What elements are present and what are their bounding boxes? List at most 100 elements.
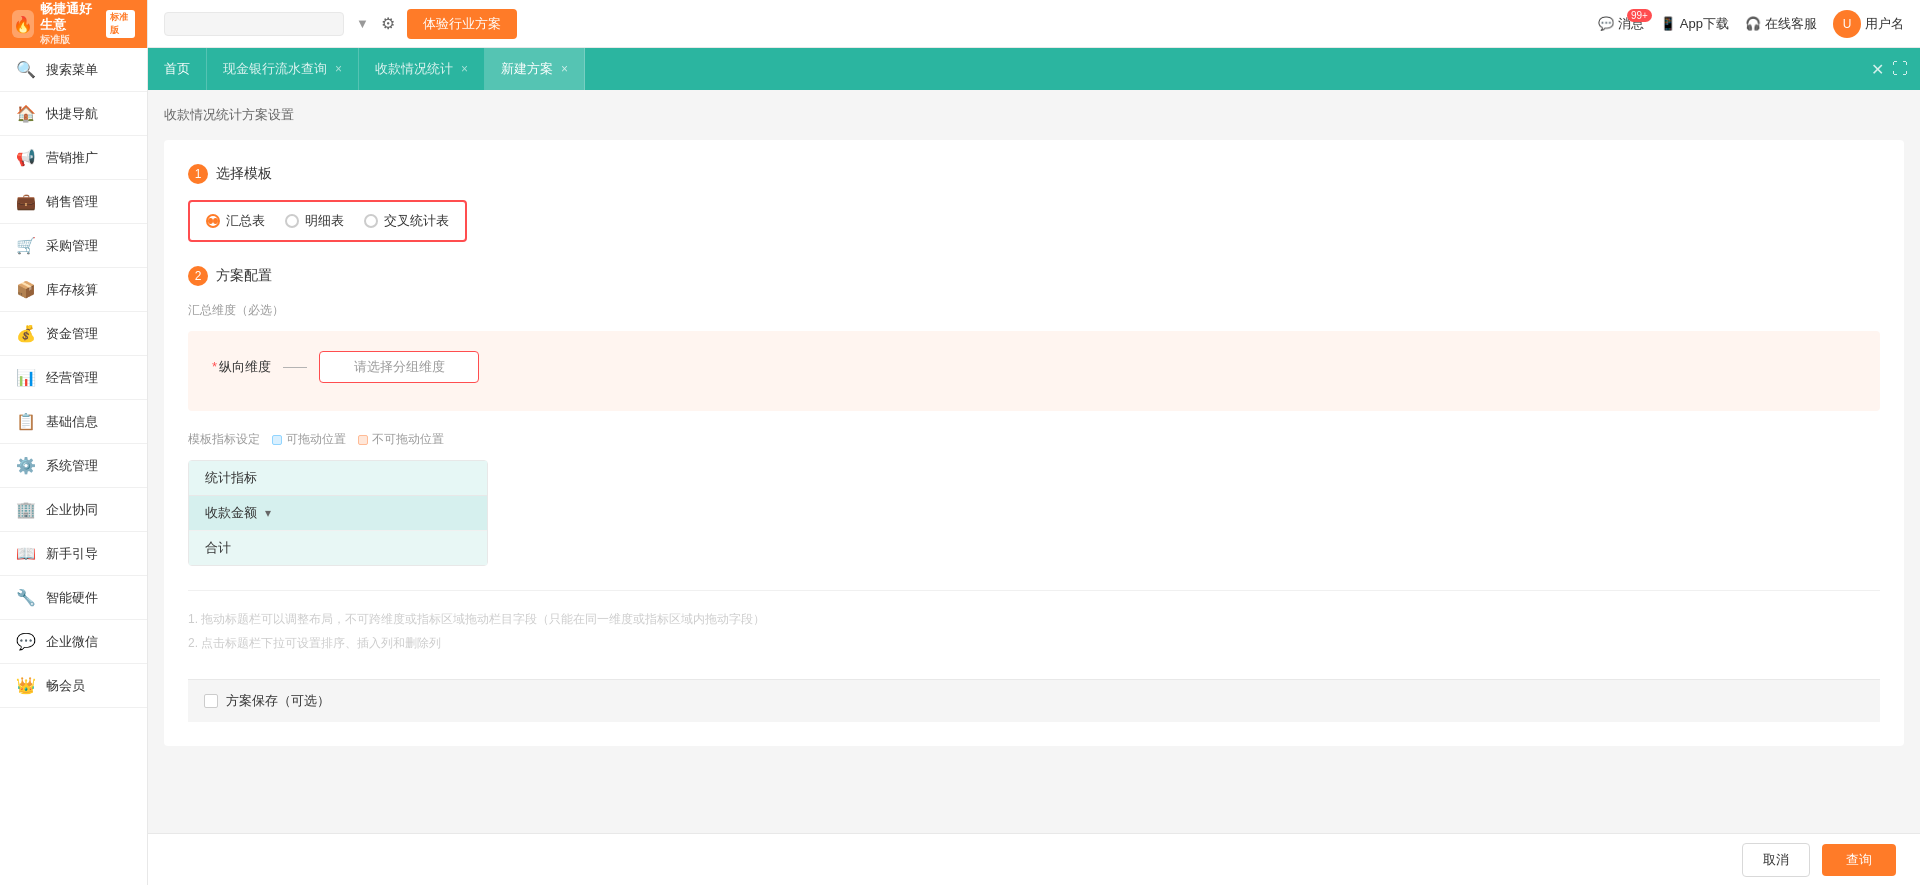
finance-icon: 💰 <box>16 324 36 343</box>
metrics-section: 模板指标设定 可拖动位置 不可拖动位置 统计指标 <box>188 431 1880 566</box>
dimension-required-mark: *纵向维度 <box>212 358 271 376</box>
sidebar-item-wechat[interactable]: 💬 企业微信 <box>0 620 147 664</box>
sidebar-item-enterprise[interactable]: 🏢 企业协同 <box>0 488 147 532</box>
step1-header: 1 选择模板 <box>188 164 1880 184</box>
inventory-icon: 📦 <box>16 280 36 299</box>
sidebar-item-label: 营销推广 <box>46 149 98 167</box>
tab-new-plan[interactable]: 新建方案 × <box>485 48 585 90</box>
user-avatar: U <box>1833 10 1861 38</box>
close-window-button[interactable]: ✕ <box>1871 60 1884 79</box>
enterprise-icon: 🏢 <box>16 500 36 519</box>
radio-cross[interactable]: 交叉统计表 <box>364 212 449 230</box>
sidebar-item-label: 搜索菜单 <box>46 61 98 79</box>
guide-icon: 📖 <box>16 544 36 563</box>
drag-dot-orange <box>358 435 368 445</box>
footer-bar: 取消 查询 <box>148 833 1920 885</box>
tab-new-plan-label: 新建方案 <box>501 60 553 78</box>
system-icon: ⚙️ <box>16 456 36 475</box>
tab-home[interactable]: 首页 <box>148 48 207 90</box>
tab-bar-actions: ✕ ⛶ <box>1859 48 1920 90</box>
tab-cash-flow-label: 现金银行流水查询 <box>223 60 327 78</box>
tab-collection-label: 收款情况统计 <box>375 60 453 78</box>
sidebar-item-label: 畅会员 <box>46 677 85 695</box>
sidebar-item-label: 采购管理 <box>46 237 98 255</box>
sidebar-logo: 🔥 畅捷通好生意 标准版 标准版 <box>0 0 147 48</box>
sidebar-item-label: 销售管理 <box>46 193 98 211</box>
query-button[interactable]: 查询 <box>1822 844 1896 876</box>
dropdown-icon[interactable]: ▾ <box>265 506 271 520</box>
sidebar-item-nav[interactable]: 🏠 快捷导航 <box>0 92 147 136</box>
sidebar-item-hardware[interactable]: 🔧 智能硬件 <box>0 576 147 620</box>
tab-collection-stats[interactable]: 收款情况统计 × <box>359 48 485 90</box>
radio-detail[interactable]: 明细表 <box>285 212 344 230</box>
save-section: 方案保存（可选） <box>188 679 1880 722</box>
drag-hint1: 可拖动位置 <box>272 431 346 448</box>
tab-close-icon[interactable]: × <box>561 62 568 76</box>
sidebar-item-label: 新手引导 <box>46 545 98 563</box>
app-edition: 标准版 <box>40 33 100 47</box>
radio-summary[interactable]: 汇总表 <box>206 212 265 230</box>
sidebar-item-label: 资金管理 <box>46 325 98 343</box>
tip1-text: 1. 拖动标题栏可以调整布局，不可跨维度或指标区域拖动栏目字段（只能在同一维度或… <box>188 607 1880 631</box>
sidebar-item-finance[interactable]: 💰 资金管理 <box>0 312 147 356</box>
sidebar-item-management[interactable]: 📊 经营管理 <box>0 356 147 400</box>
top-header: ▼ ⚙ 体验行业方案 💬 消息 99+ 📱 App下载 🎧 在线客服 U 用户名 <box>148 0 1920 48</box>
main-card: 1 选择模板 汇总表 明细表 <box>164 140 1904 746</box>
sidebar-item-purchase[interactable]: 🛒 采购管理 <box>0 224 147 268</box>
step1-section: 1 选择模板 汇总表 明细表 <box>188 164 1880 242</box>
notification-area[interactable]: 💬 消息 99+ <box>1598 15 1644 33</box>
step2-header: 2 方案配置 <box>188 266 1880 286</box>
sidebar-item-search[interactable]: 🔍 搜索菜单 <box>0 48 147 92</box>
radio-circle-detail <box>285 214 299 228</box>
cancel-button[interactable]: 取消 <box>1742 843 1810 877</box>
sidebar-item-label: 企业协同 <box>46 501 98 519</box>
maximize-button[interactable]: ⛶ <box>1892 60 1908 78</box>
chevron-down-icon[interactable]: ▼ <box>356 16 369 31</box>
step2-num: 2 <box>188 266 208 286</box>
user-info[interactable]: U 用户名 <box>1833 10 1904 38</box>
home-icon: 🏠 <box>16 104 36 123</box>
service-label: 在线客服 <box>1765 15 1817 33</box>
template-select-box: 汇总表 明细表 交叉统计表 <box>188 200 467 242</box>
sidebar-item-label: 基础信息 <box>46 413 98 431</box>
service-icon: 🎧 <box>1745 16 1761 31</box>
tab-close-icon[interactable]: × <box>461 62 468 76</box>
sidebar-item-label: 库存核算 <box>46 281 98 299</box>
app-name: 畅捷通好生意 <box>40 1 100 32</box>
tab-cash-flow[interactable]: 现金银行流水查询 × <box>207 48 359 90</box>
dimension-row: *纵向维度 —— 请选择分组维度 <box>212 351 1856 383</box>
notification-count: 99+ <box>1627 9 1652 22</box>
metrics-section-title: 模板指标设定 <box>188 431 260 448</box>
sidebar-item-label: 快捷导航 <box>46 105 98 123</box>
tab-close-icon[interactable]: × <box>335 62 342 76</box>
search-input[interactable] <box>164 12 344 36</box>
radio-summary-label: 汇总表 <box>226 212 265 230</box>
service-area[interactable]: 🎧 在线客服 <box>1745 15 1817 33</box>
sidebar-item-system[interactable]: ⚙️ 系统管理 <box>0 444 147 488</box>
dimension-select-button[interactable]: 请选择分组维度 <box>319 351 479 383</box>
sidebar-item-sales[interactable]: 💼 销售管理 <box>0 180 147 224</box>
sidebar-item-inventory[interactable]: 📦 库存核算 <box>0 268 147 312</box>
metrics-row-0[interactable]: 收款金额 ▾ <box>189 496 487 531</box>
basic-icon: 📋 <box>16 412 36 431</box>
metrics-row-1: 合计 <box>189 531 487 565</box>
hardware-icon: 🔧 <box>16 588 36 607</box>
logo-icon: 🔥 <box>12 10 34 38</box>
sidebar-item-basic[interactable]: 📋 基础信息 <box>0 400 147 444</box>
download-label: App下载 <box>1680 15 1729 33</box>
sidebar-item-guide[interactable]: 📖 新手引导 <box>0 532 147 576</box>
trial-button[interactable]: 体验行业方案 <box>407 9 517 39</box>
sidebar-item-marketing[interactable]: 📢 营销推广 <box>0 136 147 180</box>
drag-dot-blue <box>272 435 282 445</box>
download-area[interactable]: 📱 App下载 <box>1660 15 1729 33</box>
radio-cross-label: 交叉统计表 <box>384 212 449 230</box>
tab-bar: 首页 现金银行流水查询 × 收款情况统计 × 新建方案 × ✕ ⛶ <box>148 48 1920 90</box>
settings-icon[interactable]: ⚙ <box>381 14 395 33</box>
sidebar: 🔥 畅捷通好生意 标准版 标准版 🔍 搜索菜单 🏠 快捷导航 📢 营销推广 💼 … <box>0 0 148 885</box>
save-checkbox[interactable] <box>204 694 218 708</box>
sidebar-item-member[interactable]: 👑 畅会员 <box>0 664 147 708</box>
sidebar-item-label: 系统管理 <box>46 457 98 475</box>
management-icon: 📊 <box>16 368 36 387</box>
purchase-icon: 🛒 <box>16 236 36 255</box>
step1-title: 选择模板 <box>216 165 272 183</box>
